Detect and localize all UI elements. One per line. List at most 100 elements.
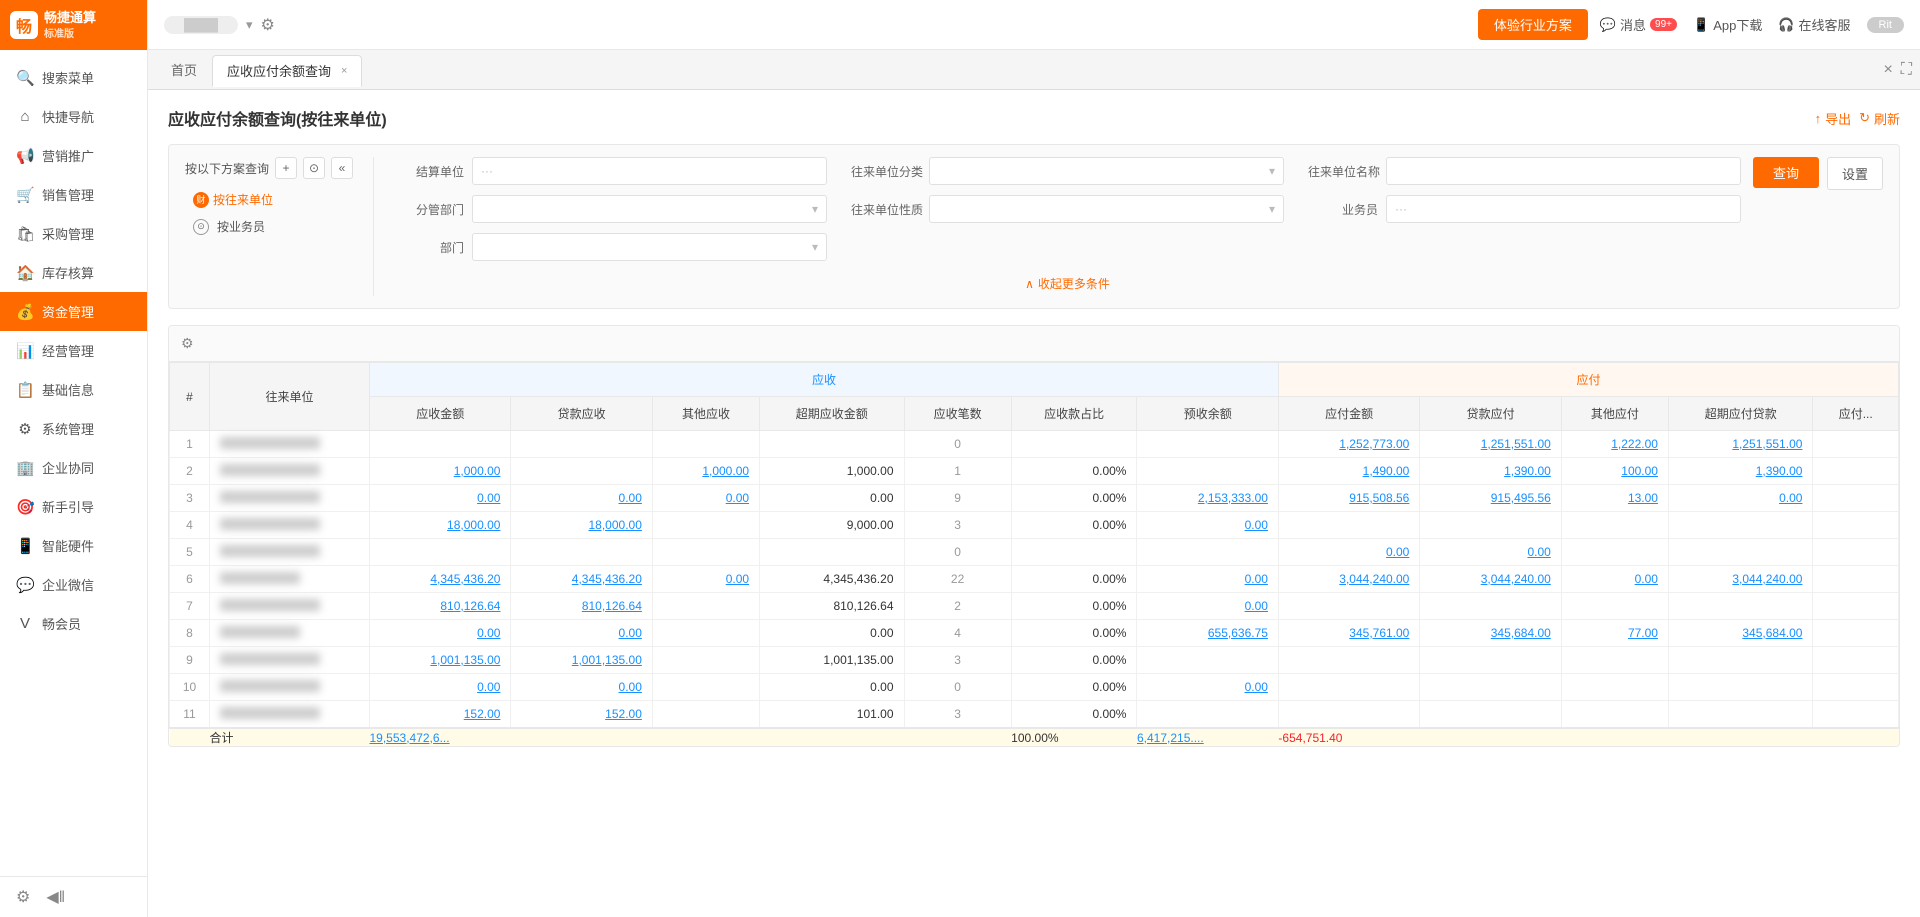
settings-gear-icon[interactable]: ⚙ <box>261 15 275 35</box>
sidebar-item-system[interactable]: ⚙系统管理 <box>0 409 147 448</box>
table-cell[interactable] <box>652 701 759 729</box>
table-cell[interactable] <box>1561 512 1668 539</box>
table-cell[interactable]: 0.00 <box>1137 566 1278 593</box>
table-cell[interactable]: 810,126.64 <box>511 593 652 620</box>
field-unitname-input[interactable] <box>1386 157 1741 185</box>
table-cell[interactable] <box>1420 647 1561 674</box>
field-subdept-input[interactable]: ▾ <box>472 233 827 261</box>
table-cell[interactable]: 3,044,240.00 <box>1278 566 1419 593</box>
table-cell[interactable]: 1,001,135.00 <box>511 647 652 674</box>
table-cell[interactable]: 1,390.00 <box>1420 458 1561 485</box>
table-cell[interactable]: 915,495.56 <box>1420 485 1561 512</box>
table-cell[interactable]: 18,000.00 <box>511 512 652 539</box>
table-cell[interactable]: 1,222.00 <box>1561 431 1668 458</box>
table-cell[interactable] <box>511 431 652 458</box>
table-cell[interactable] <box>652 647 759 674</box>
table-cell[interactable] <box>652 539 759 566</box>
msg-action[interactable]: 💬 消息 99+ <box>1600 15 1677 34</box>
table-cell[interactable] <box>370 431 511 458</box>
settings-icon[interactable]: ⚙ <box>16 887 30 907</box>
table-cell[interactable]: 0.00 <box>1420 539 1561 566</box>
field-dept-input[interactable]: ▾ <box>472 195 827 223</box>
table-cell[interactable] <box>1668 647 1812 674</box>
collapse-btn[interactable]: ∧ 收起更多条件 <box>394 271 1741 296</box>
field-category-input[interactable]: ▾ <box>929 157 1284 185</box>
sidebar-item-finance[interactable]: 💰资金管理 <box>0 292 147 331</box>
sidebar-item-sales[interactable]: 🛒销售管理 <box>0 175 147 214</box>
table-cell[interactable]: 0.00 <box>1278 539 1419 566</box>
table-cell[interactable] <box>652 674 759 701</box>
breadcrumb-down[interactable]: ▾ <box>246 17 253 33</box>
table-cell[interactable]: 810,126.64 <box>370 593 511 620</box>
app-action[interactable]: 📱 App下载 <box>1693 15 1762 34</box>
table-cell[interactable]: 2,153,333.00 <box>1137 485 1278 512</box>
table-cell[interactable]: 3,044,240.00 <box>1668 566 1812 593</box>
collapse-icon[interactable]: ◀‖ <box>46 887 65 907</box>
tab-maximize-icon[interactable]: ⛶ <box>1901 61 1912 79</box>
table-cell[interactable]: 345,684.00 <box>1668 620 1812 647</box>
table-cell[interactable]: 0.00 <box>370 674 511 701</box>
industry-btn[interactable]: 体验行业方案 <box>1478 9 1588 40</box>
table-cell[interactable]: 0.00 <box>1137 674 1278 701</box>
table-cell[interactable] <box>511 539 652 566</box>
table-cell[interactable]: 152.00 <box>511 701 652 729</box>
sidebar-item-inventory[interactable]: 🏠库存核算 <box>0 253 147 292</box>
sidebar-item-member[interactable]: V畅会员 <box>0 604 147 643</box>
table-cell[interactable]: 0.00 <box>511 620 652 647</box>
table-cell[interactable] <box>652 620 759 647</box>
table-cell[interactable] <box>1420 593 1561 620</box>
table-cell[interactable]: 0.00 <box>511 674 652 701</box>
table-cell[interactable] <box>1137 539 1278 566</box>
user-action[interactable]: Rit <box>1867 17 1904 33</box>
table-cell[interactable] <box>1668 674 1812 701</box>
table-cell[interactable] <box>1668 539 1812 566</box>
setting-btn[interactable]: 设置 <box>1827 157 1883 190</box>
query-btn[interactable]: 查询 <box>1753 157 1819 188</box>
table-cell[interactable] <box>1561 593 1668 620</box>
tab-close-window-icon[interactable]: × <box>1883 61 1892 79</box>
table-cell[interactable]: 0.00 <box>652 485 759 512</box>
sidebar-item-quicknav[interactable]: ⌂快捷导航 <box>0 97 147 136</box>
table-cell[interactable]: 1,252,773.00 <box>1278 431 1419 458</box>
table-scroll[interactable]: # 往来单位 应收 应付 应收金额 贷款应收 其他应收 超期应收金额 应收笔数 … <box>169 362 1899 746</box>
table-cell[interactable] <box>1668 701 1812 729</box>
table-cell[interactable] <box>652 431 759 458</box>
sidebar-item-base[interactable]: 📋基础信息 <box>0 370 147 409</box>
table-cell[interactable] <box>652 593 759 620</box>
table-cell[interactable]: 152.00 <box>370 701 511 729</box>
table-cell[interactable]: 3,044,240.00 <box>1420 566 1561 593</box>
table-cell[interactable]: 345,761.00 <box>1278 620 1419 647</box>
table-cell[interactable] <box>1278 701 1419 729</box>
table-cell[interactable] <box>370 539 511 566</box>
collapse-scheme-btn[interactable]: « <box>331 157 353 179</box>
table-cell[interactable]: 0.00 <box>511 485 652 512</box>
sidebar-item-marketing[interactable]: 📢营销推广 <box>0 136 147 175</box>
sidebar-item-hardware[interactable]: 📱智能硬件 <box>0 526 147 565</box>
table-cell[interactable]: 0.00 <box>1561 566 1668 593</box>
table-cell[interactable] <box>1278 674 1419 701</box>
table-cell[interactable] <box>1420 512 1561 539</box>
table-cell[interactable]: 18,000.00 <box>370 512 511 539</box>
table-cell[interactable] <box>1137 647 1278 674</box>
field-salesman-input[interactable]: ··· <box>1386 195 1741 223</box>
table-cell[interactable] <box>1561 647 1668 674</box>
table-cell[interactable]: 13.00 <box>1561 485 1668 512</box>
table-cell[interactable]: 1,251,551.00 <box>1420 431 1561 458</box>
tab-by-staff[interactable]: ⊙ 按业务员 <box>193 216 353 237</box>
field-nature-input[interactable]: ▾ <box>929 195 1284 223</box>
table-cell[interactable]: 1,390.00 <box>1668 458 1812 485</box>
table-cell[interactable]: 1,000.00 <box>370 458 511 485</box>
table-cell[interactable]: 0.00 <box>1137 593 1278 620</box>
table-cell[interactable]: 0.00 <box>1668 485 1812 512</box>
sidebar-item-operation[interactable]: 📊经营管理 <box>0 331 147 370</box>
table-cell[interactable]: 77.00 <box>1561 620 1668 647</box>
table-cell[interactable]: 1,490.00 <box>1278 458 1419 485</box>
add-scheme-btn[interactable]: + <box>275 157 297 179</box>
table-cell[interactable] <box>1420 674 1561 701</box>
table-cell[interactable]: 0.00 <box>370 485 511 512</box>
table-cell[interactable]: 1,001,135.00 <box>370 647 511 674</box>
table-cell[interactable]: 0.00 <box>370 620 511 647</box>
field-jiesuan-input[interactable]: ··· <box>472 157 827 185</box>
table-cell[interactable]: 4,345,436.20 <box>511 566 652 593</box>
tab-home[interactable]: 首页 <box>156 54 212 86</box>
